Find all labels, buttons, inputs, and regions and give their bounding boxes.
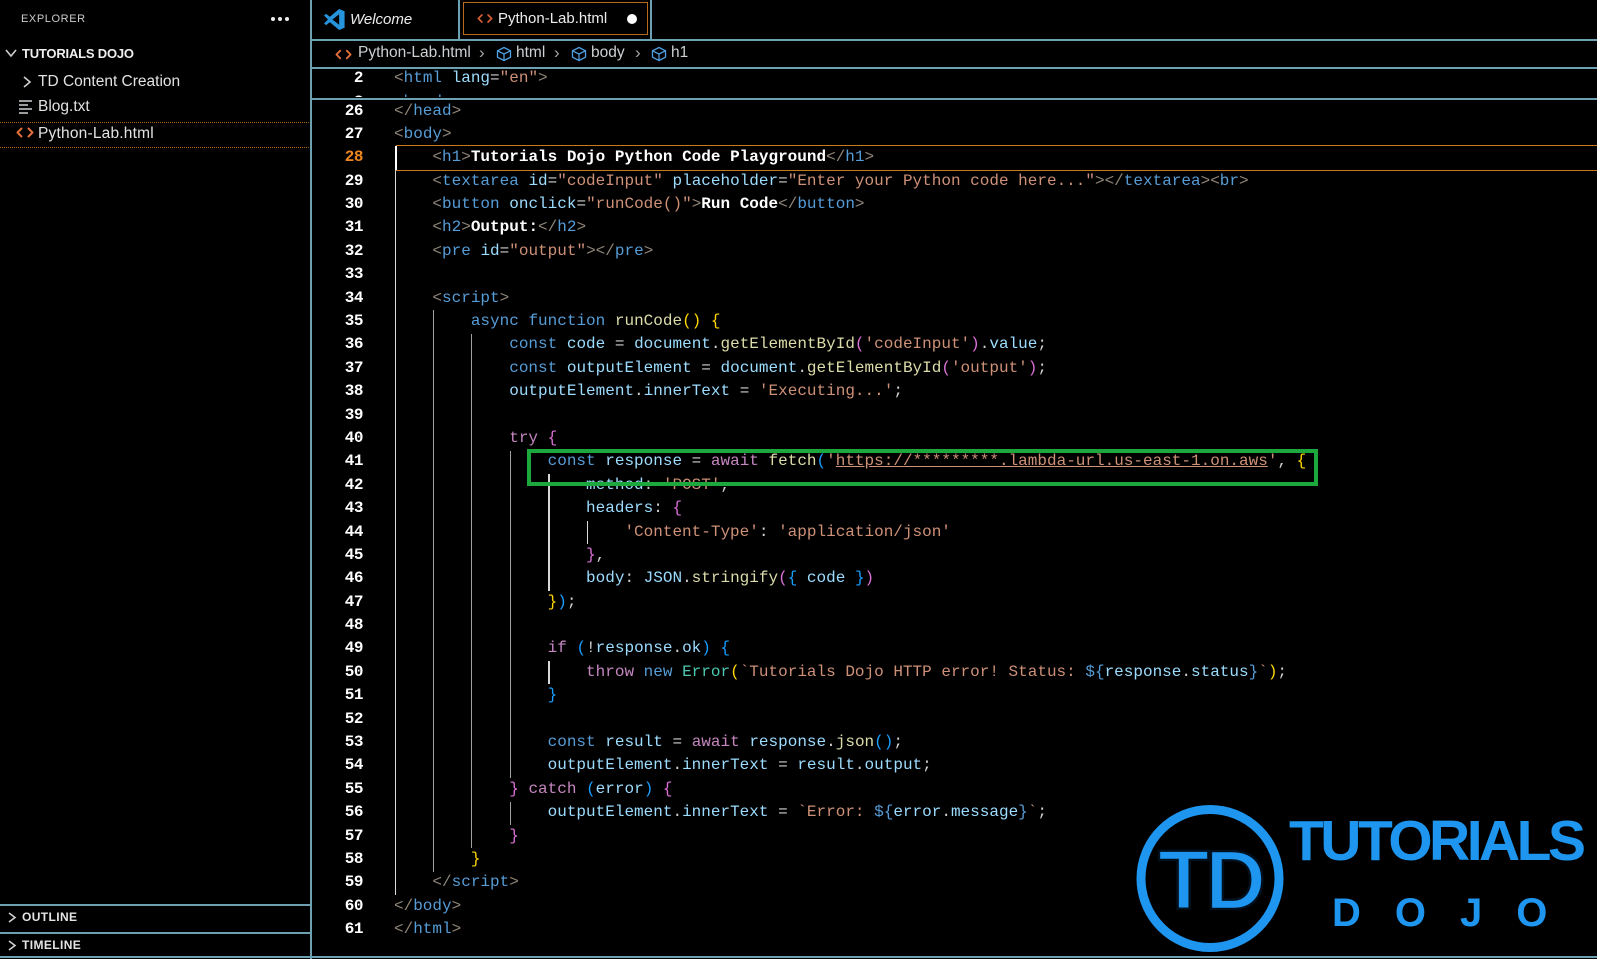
svg-text:TUTORIALS: TUTORIALS xyxy=(1289,809,1586,873)
svg-text:TD: TD xyxy=(1158,833,1263,927)
svg-text:DOJO: DOJO xyxy=(1332,891,1581,935)
